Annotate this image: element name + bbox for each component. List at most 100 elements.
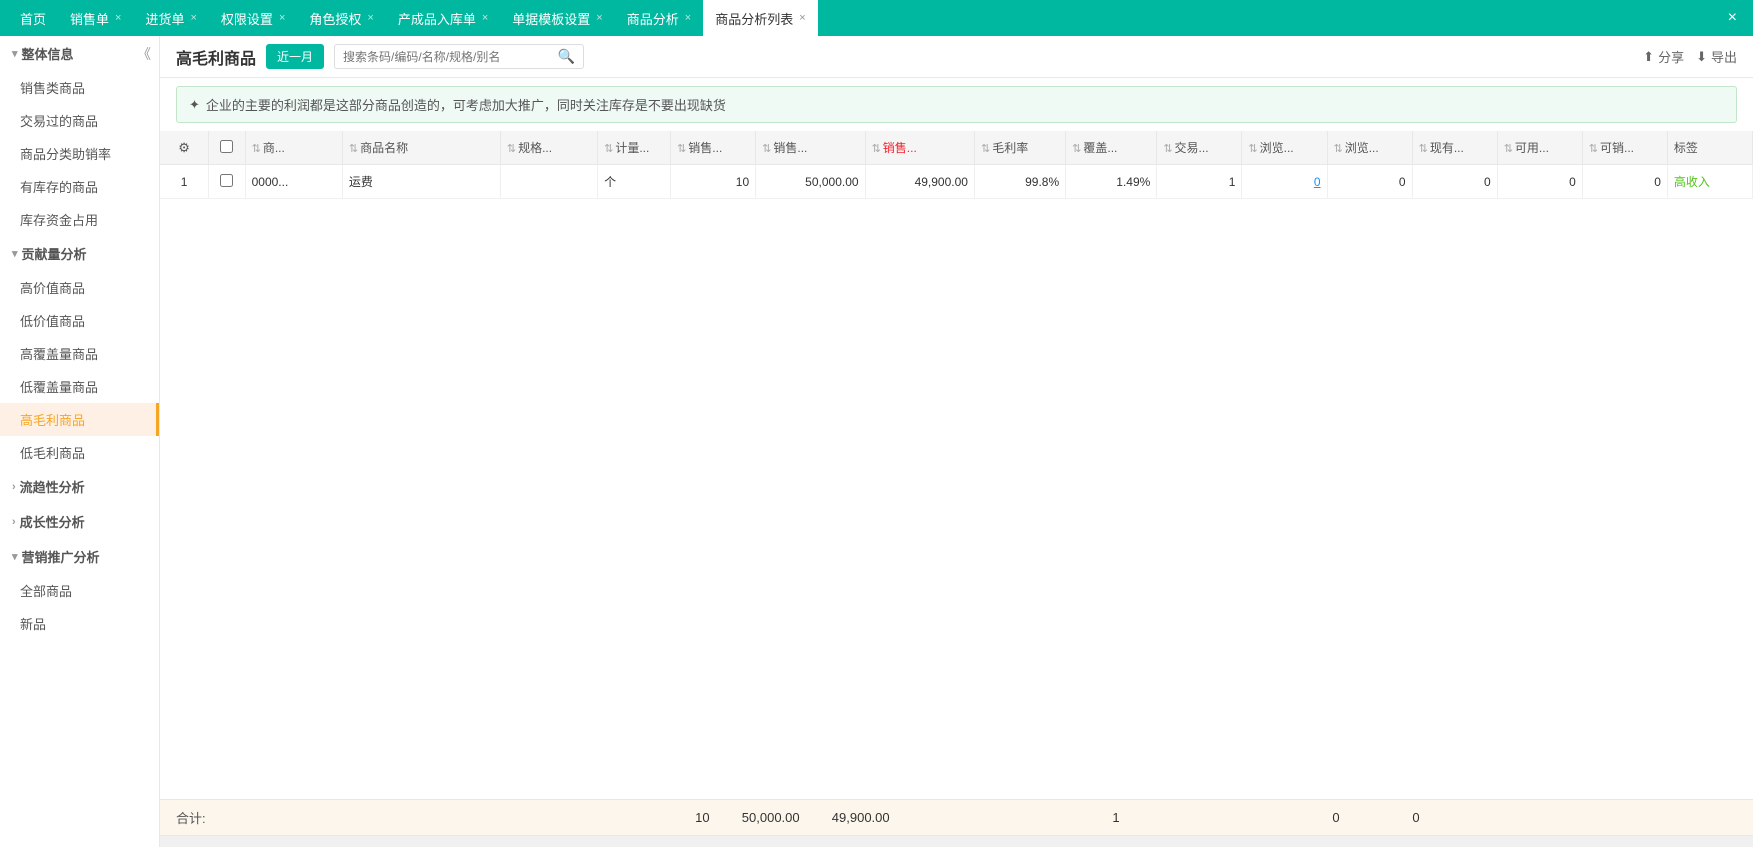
share-button[interactable]: ⬆ 分享 (1643, 47, 1684, 66)
row-current-stock: 0 (1412, 165, 1497, 199)
sidebar-item-stock-capital[interactable]: 库存资金占用 (0, 203, 159, 236)
footer-trade-count: 1 (1048, 810, 1128, 825)
header-actions: ⬆ 分享 ⬇ 导出 (1643, 47, 1737, 66)
info-icon: ✦ (189, 97, 200, 113)
col-unit: ⇅计量... (598, 131, 671, 165)
close-icon[interactable]: × (367, 12, 373, 24)
footer-sales-amount: 50,000.00 (718, 810, 808, 825)
sidebar-section-contribution[interactable]: ▾ 贡献量分析 (0, 236, 159, 271)
col-sales-qty: ⇅销售... (671, 131, 756, 165)
sidebar-item-new-goods[interactable]: 新品 (0, 607, 159, 640)
close-all-button[interactable]: × (1720, 9, 1745, 27)
sidebar-item-all-goods[interactable]: 全部商品 (0, 574, 159, 607)
footer-totals: 合计: 10 50,000.00 49,900.00 1 0 0 (160, 799, 1753, 835)
col-current-stock: ⇅现有... (1412, 131, 1497, 165)
sidebar-item-high-margin[interactable]: 高毛利商品 (0, 403, 159, 436)
close-icon[interactable]: × (596, 12, 602, 24)
top-nav: 首页 销售单 × 进货单 × 权限设置 × 角色授权 × 产成品入库单 × 单据… (0, 0, 1753, 36)
search-icon[interactable]: 🔍 (558, 48, 575, 65)
content-header: 高毛利商品 近一月 🔍 ⬆ 分享 ⬇ 导出 (160, 36, 1753, 78)
main-area: 《 ▾ 整体信息 销售类商品 交易过的商品 商品分类助销率 有库存的商品 库存资… (0, 36, 1753, 847)
horizontal-scrollbar[interactable] (160, 835, 1753, 847)
footer-sales-profit: 49,900.00 (808, 810, 898, 825)
nav-item-production[interactable]: 产成品入库单 × (386, 0, 500, 36)
nav-item-roles[interactable]: 角色授权 × (297, 0, 385, 36)
chevron-down-icon: ▾ (12, 247, 18, 260)
search-box: 🔍 (334, 44, 584, 69)
settings-icon[interactable]: ⚙ (178, 140, 190, 155)
nav-item-analysis-list[interactable]: 商品分析列表 × (703, 0, 817, 36)
export-icon: ⬇ (1696, 49, 1707, 65)
sidebar-item-low-coverage[interactable]: 低覆盖量商品 (0, 370, 159, 403)
close-icon[interactable]: × (279, 12, 285, 24)
close-icon[interactable]: × (190, 12, 196, 24)
col-name: ⇅商品名称 (342, 131, 500, 165)
col-code: ⇅商... (245, 131, 342, 165)
col-trade-count: ⇅交易... (1157, 131, 1242, 165)
col-browse2: ⇅浏览... (1327, 131, 1412, 165)
table-row: 1 0000... 运费 个 10 50,000.00 49,900.00 99… (160, 165, 1753, 199)
close-icon[interactable]: × (799, 12, 805, 24)
nav-item-template[interactable]: 单据模板设置 × (500, 0, 614, 36)
row-index: 1 (160, 165, 209, 199)
search-input[interactable] (343, 50, 558, 64)
info-bar: ✦ 企业的主要的利润都是这部分商品创造的，可考虑加大推广，同时关注库存是不要出现… (176, 86, 1737, 123)
sidebar-item-high-coverage[interactable]: 高覆盖量商品 (0, 337, 159, 370)
row-select-checkbox[interactable] (220, 174, 233, 187)
row-coverage: 1.49% (1066, 165, 1157, 199)
sidebar-item-low-margin[interactable]: 低毛利商品 (0, 436, 159, 469)
col-checkbox[interactable] (209, 131, 245, 165)
nav-item-permissions[interactable]: 权限设置 × (209, 0, 297, 36)
sidebar-item-traded-goods[interactable]: 交易过的商品 (0, 104, 159, 137)
sidebar-item-sales-goods[interactable]: 销售类商品 (0, 71, 159, 104)
data-table: ⚙ ⇅商... ⇅商品名称 ⇅规格... ⇅计量... ⇅销售... ⇅销售..… (160, 131, 1753, 199)
chevron-down-icon: ▾ (12, 550, 18, 563)
row-tag: 高收入 (1667, 165, 1752, 199)
row-name: 运费 (342, 165, 500, 199)
row-spec (500, 165, 597, 199)
col-settings[interactable]: ⚙ (160, 131, 209, 165)
nav-item-analysis[interactable]: 商品分析 × (615, 0, 703, 36)
chevron-right-icon: › (12, 516, 16, 528)
col-sellable: ⇅可销... (1582, 131, 1667, 165)
chevron-right-icon: › (12, 481, 16, 493)
col-spec: ⇅规格... (500, 131, 597, 165)
col-sales-profit: ⇅销售... (865, 131, 974, 165)
export-button[interactable]: ⬇ 导出 (1696, 47, 1737, 66)
close-icon[interactable]: × (115, 12, 121, 24)
filter-recent-month-button[interactable]: 近一月 (266, 44, 324, 69)
close-icon[interactable]: × (685, 12, 691, 24)
row-trade-count: 1 (1157, 165, 1242, 199)
nav-item-home[interactable]: 首页 (8, 0, 58, 36)
nav-item-sales[interactable]: 销售单 × (58, 0, 133, 36)
sidebar-section-growth[interactable]: › 成长性分析 (0, 504, 159, 539)
select-all-checkbox[interactable] (220, 140, 233, 153)
row-available: 0 (1497, 165, 1582, 199)
table-wrapper[interactable]: ⚙ ⇅商... ⇅商品名称 ⇅规格... ⇅计量... ⇅销售... ⇅销售..… (160, 131, 1753, 799)
row-checkbox[interactable] (209, 165, 245, 199)
col-available: ⇅可用... (1497, 131, 1582, 165)
row-sellable: 0 (1582, 165, 1667, 199)
sidebar-section-marketing[interactable]: ▾ 营销推广分析 (0, 539, 159, 574)
sidebar-collapse-button[interactable]: 《 (137, 44, 151, 64)
sidebar-item-low-value[interactable]: 低价值商品 (0, 304, 159, 337)
sidebar-item-stocked-goods[interactable]: 有库存的商品 (0, 170, 159, 203)
row-sales-amount: 50,000.00 (756, 165, 865, 199)
sidebar-item-category-rate[interactable]: 商品分类助销率 (0, 137, 159, 170)
col-browse1: ⇅浏览... (1242, 131, 1327, 165)
sidebar-section-trend[interactable]: › 流趋性分析 (0, 469, 159, 504)
footer-current-stock: 0 (1268, 810, 1348, 825)
sidebar: 《 ▾ 整体信息 销售类商品 交易过的商品 商品分类助销率 有库存的商品 库存资… (0, 36, 160, 847)
row-browse1[interactable]: 0 (1242, 165, 1327, 199)
col-gross-margin: ⇅毛利率 (974, 131, 1065, 165)
sidebar-section-overall[interactable]: ▾ 整体信息 (0, 36, 159, 71)
chevron-down-icon: ▾ (12, 47, 18, 60)
sidebar-item-high-value[interactable]: 高价值商品 (0, 271, 159, 304)
row-gross-margin: 99.8% (974, 165, 1065, 199)
row-sales-profit: 49,900.00 (865, 165, 974, 199)
nav-item-purchase[interactable]: 进货单 × (133, 0, 208, 36)
row-code: 0000... (245, 165, 342, 199)
close-icon[interactable]: × (482, 12, 488, 24)
content-panel: 高毛利商品 近一月 🔍 ⬆ 分享 ⬇ 导出 ✦ 企业的主要的利润都是这部分商品创… (160, 36, 1753, 847)
share-icon: ⬆ (1643, 49, 1654, 65)
